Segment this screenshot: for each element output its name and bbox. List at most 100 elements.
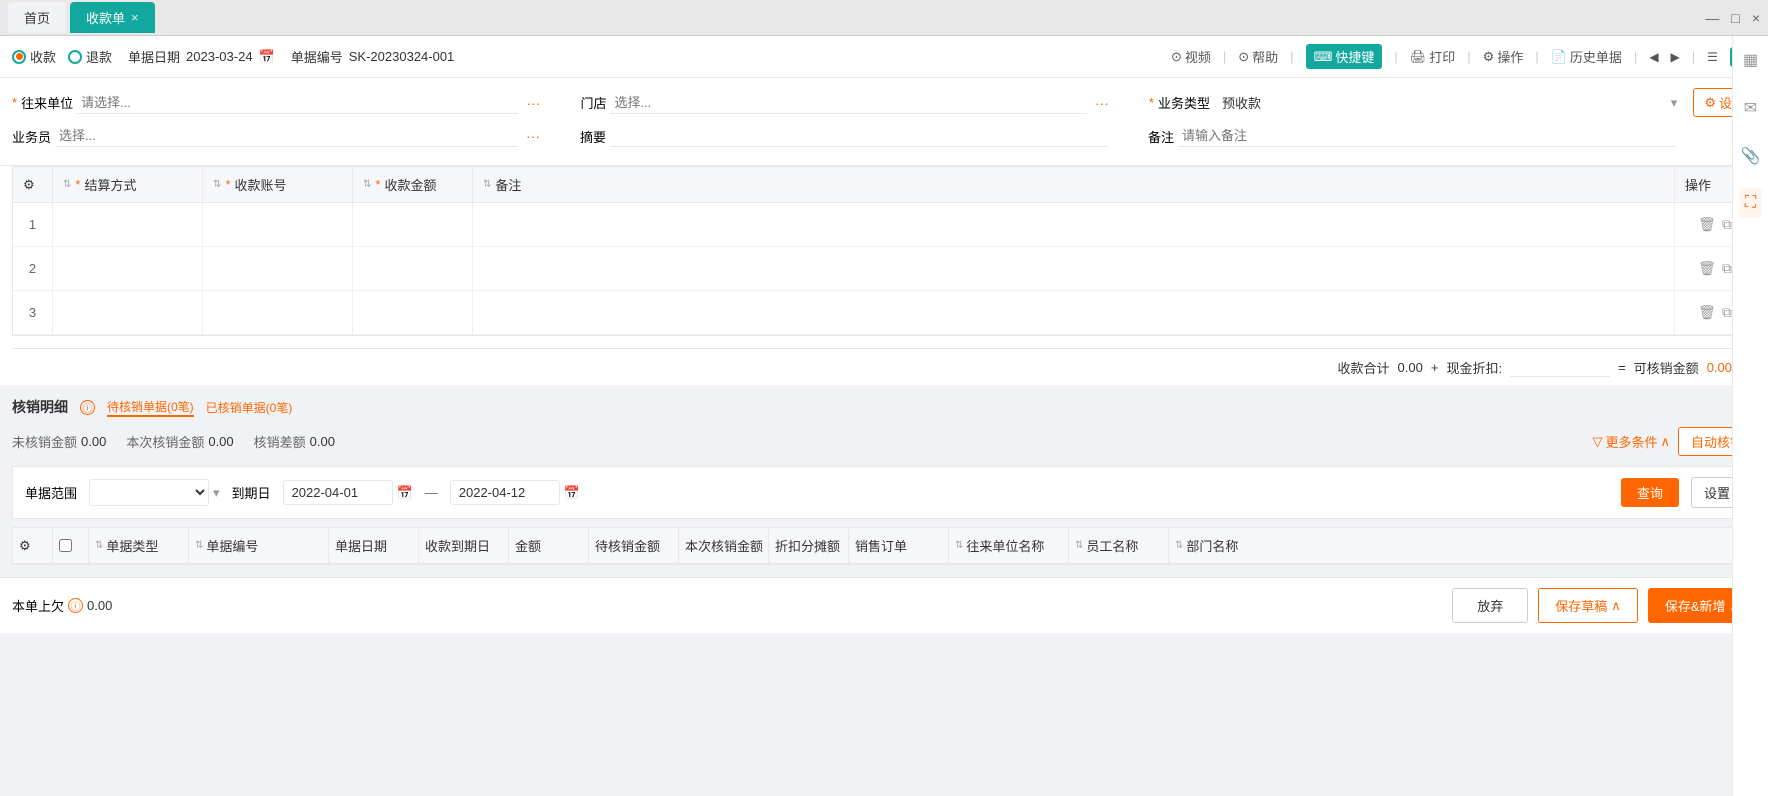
business-type-chevron[interactable]: ▾: [1671, 95, 1678, 111]
more-filter-btn[interactable]: ▽ 更多条件 ∧: [1592, 432, 1670, 451]
save-draft-btn[interactable]: 保存草稿 ∧: [1538, 588, 1638, 623]
row-2-amount[interactable]: [353, 247, 473, 290]
bth-pending: 待核销金额: [589, 528, 679, 563]
date-to-input[interactable]: [450, 480, 560, 505]
date-from-calendar-icon[interactable]: 📅: [397, 485, 413, 501]
discount-input[interactable]: [1510, 357, 1610, 377]
query-btn[interactable]: 查询: [1621, 478, 1679, 507]
settings-gear-icon: ⚙: [1704, 95, 1716, 111]
due-label: 到期日: [232, 483, 271, 502]
date-from-field: 📅: [283, 480, 413, 505]
receipt-radio[interactable]: 收款: [12, 47, 56, 66]
shortcut-btn[interactable]: ⌨ 快捷键: [1306, 44, 1383, 69]
tab-receipt[interactable]: 收款单 ×: [70, 2, 155, 33]
maximize-btn[interactable]: □: [1731, 10, 1739, 26]
print-btn[interactable]: 🖨 打印: [1410, 47, 1456, 66]
nav-next-btn[interactable]: ▶: [1671, 50, 1680, 64]
remarks-label: 备注: [1148, 127, 1174, 146]
receipt-table: ⚙ ⇅ * 结算方式 ⇅ * 收款账号 ⇅ * 收款金额 ⇅ 备注 操作: [12, 166, 1756, 336]
select-all-checkbox[interactable]: [59, 539, 72, 552]
th-settings[interactable]: ⚙: [13, 167, 53, 202]
settings-icon: ⚙: [23, 177, 35, 193]
video-btn[interactable]: ⊙ 视频: [1171, 47, 1211, 66]
counterpart-input[interactable]: [77, 92, 518, 114]
range-select-container: ▾: [89, 479, 220, 506]
row-1-copy-icon[interactable]: ⧉: [1722, 216, 1732, 233]
summary-label: 摘要: [580, 127, 606, 146]
bth-checkbox[interactable]: [53, 528, 89, 563]
row-1-num: 1: [13, 203, 53, 246]
footer-info-icon[interactable]: ⓘ: [68, 598, 83, 613]
video-icon: ⊙: [1171, 49, 1182, 65]
main-content: 收款 退款 单据日期 2023-03-24 📅 单据编号 SK-20230324…: [0, 36, 1768, 633]
staff-field: 业务员 ···: [12, 125, 540, 147]
footer: 本单上欠 ⓘ 0.00 放弃 保存草稿 ∧ 保存&新增 ∧: [0, 577, 1768, 633]
sidebar-expand-icon[interactable]: ⛶: [1739, 188, 1762, 218]
sidebar-mail-icon[interactable]: ✉: [1738, 92, 1763, 124]
bth-due-date: 收款到期日: [419, 528, 509, 563]
store-more-btn[interactable]: ···: [1095, 95, 1109, 111]
bth-settings[interactable]: ⚙: [13, 528, 53, 563]
operation-btn[interactable]: ⚙ 操作: [1483, 47, 1524, 66]
row-3-delete-icon[interactable]: 🗑: [1698, 304, 1716, 321]
th-note: ⇅ 备注: [473, 167, 1675, 202]
counterpart-field: * 往来单位 ···: [12, 92, 540, 114]
discard-btn[interactable]: 放弃: [1452, 588, 1528, 623]
row-3-amount[interactable]: [353, 291, 473, 334]
staff-input[interactable]: [55, 125, 518, 147]
counterpart-more-btn[interactable]: ···: [526, 95, 540, 111]
row-2-copy-icon[interactable]: ⧉: [1722, 260, 1732, 277]
pending-tab[interactable]: 待核销单据(0笔): [107, 398, 194, 417]
nav-prev-btn[interactable]: ◀: [1649, 50, 1658, 64]
btable-settings-icon: ⚙: [19, 538, 31, 554]
sidebar-clip-icon[interactable]: 📎: [1735, 140, 1767, 172]
remarks-input[interactable]: [1178, 125, 1676, 147]
store-field: 门店 ···: [580, 92, 1108, 114]
summary-input[interactable]: [610, 125, 1108, 147]
done-tab[interactable]: 已核销单据(0笔): [206, 399, 293, 416]
row-3-note[interactable]: [473, 291, 1675, 334]
shortcut-icon: ⌨: [1314, 49, 1333, 65]
date-to-calendar-icon[interactable]: 📅: [564, 485, 580, 501]
refund-radio[interactable]: 退款: [68, 47, 112, 66]
writeoff-info-icon[interactable]: ⓘ: [80, 400, 95, 415]
staff-more-btn[interactable]: ···: [526, 128, 540, 144]
history-btn[interactable]: 📄 历史单据: [1551, 47, 1622, 66]
row-1-delete-icon[interactable]: 🗑: [1698, 216, 1716, 233]
row-3-payment[interactable]: [53, 291, 203, 334]
row-1-amount[interactable]: [353, 203, 473, 246]
counterpart-label: 往来单位: [21, 93, 73, 112]
toolbar-right: ⊙ 视频 | ⊙ 帮助 | ⌨ 快捷键 | 🖨 打印 | ⚙ 操作: [1171, 44, 1756, 69]
total-label: 收款合计: [1338, 358, 1390, 377]
row-1-note[interactable]: [473, 203, 1675, 246]
store-input[interactable]: [610, 92, 1086, 114]
row-2-account[interactable]: [203, 247, 353, 290]
bth-doc-date: 单据日期: [329, 528, 419, 563]
footer-info-label: 本单上欠: [12, 596, 64, 615]
form-row-1: * 往来单位 ··· 门店 ··· * 业务类型 预收款 ▾ ⚙: [12, 88, 1756, 117]
row-2-note[interactable]: [473, 247, 1675, 290]
minimize-btn[interactable]: —: [1705, 10, 1719, 26]
row-2-payment[interactable]: [53, 247, 203, 290]
close-btn[interactable]: ×: [1752, 10, 1760, 26]
tab-home[interactable]: 首页: [8, 2, 66, 33]
date-from-input[interactable]: [283, 480, 393, 505]
tab-bar: 首页 收款单 × — □ ×: [0, 0, 1768, 36]
range-select[interactable]: [89, 479, 209, 506]
form-row-2: 业务员 ··· 摘要 备注: [12, 125, 1756, 147]
menu-icon[interactable]: ☰: [1707, 50, 1718, 64]
filter-icon: ▽: [1592, 434, 1602, 450]
row-2-delete-icon[interactable]: 🗑: [1698, 260, 1716, 277]
date-calendar-icon[interactable]: 📅: [259, 49, 275, 65]
sidebar-table-icon[interactable]: ▦: [1737, 44, 1764, 76]
number-value: SK-20230324-001: [349, 49, 455, 64]
bth-staff: ⇅ 员工名称: [1069, 528, 1169, 563]
th-amount: ⇅ * 收款金额: [353, 167, 473, 202]
total-value: 0.00: [1398, 360, 1423, 375]
row-1-account[interactable]: [203, 203, 353, 246]
row-3-account[interactable]: [203, 291, 353, 334]
row-1-payment[interactable]: [53, 203, 203, 246]
tab-close-icon[interactable]: ×: [131, 10, 139, 25]
help-btn[interactable]: ⊙ 帮助: [1238, 47, 1278, 66]
row-3-copy-icon[interactable]: ⧉: [1722, 304, 1732, 321]
